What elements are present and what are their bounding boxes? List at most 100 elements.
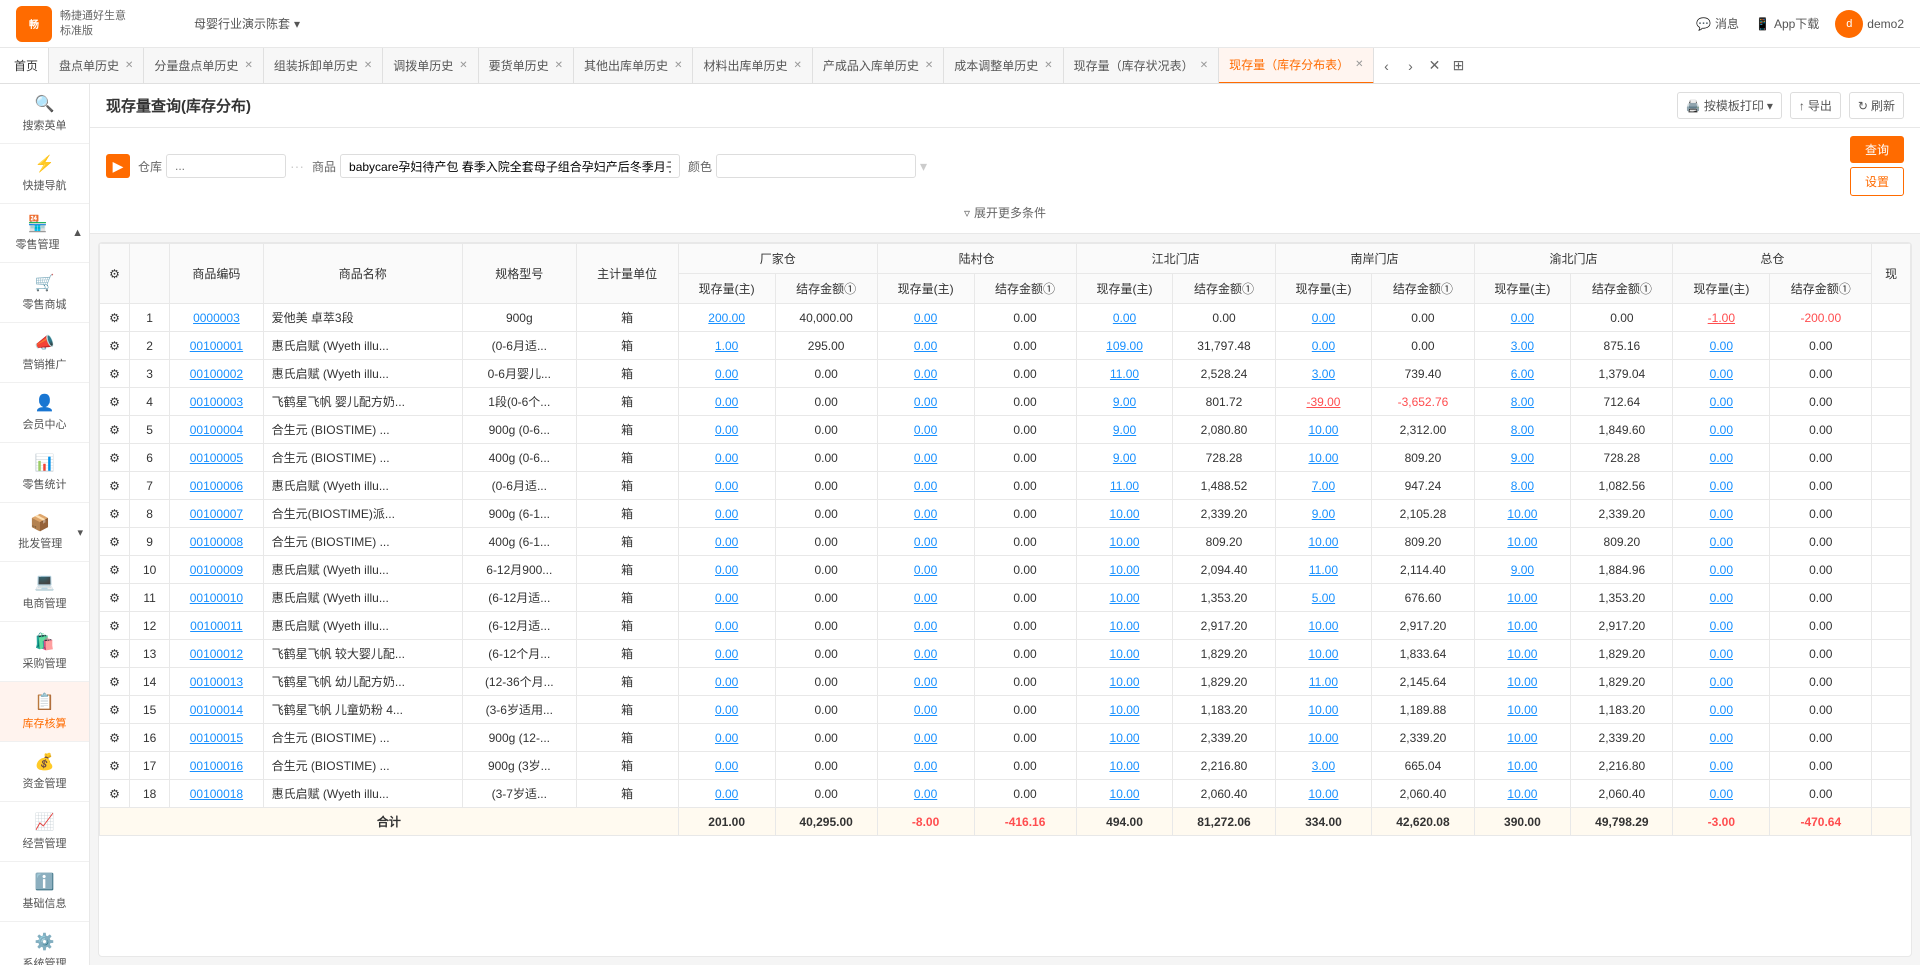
- cell-fj-qty[interactable]: 0.00: [678, 416, 775, 444]
- cell-lc-qty[interactable]: 0.00: [877, 472, 974, 500]
- cell-zc-qty[interactable]: 0.00: [1673, 500, 1770, 528]
- cell-lc-qty[interactable]: 0.00: [877, 360, 974, 388]
- tab-home[interactable]: 首页: [4, 48, 49, 84]
- tab-zuzhechaixie[interactable]: 组装拆卸单历史 ✕: [264, 48, 383, 84]
- tab-pandian[interactable]: 盘点单历史 ✕: [49, 48, 144, 84]
- cell-gear[interactable]: ⚙: [100, 388, 130, 416]
- sidebar-item-wholesale[interactable]: 📦 批发管理 ▾: [0, 503, 89, 562]
- cell-gear[interactable]: ⚙: [100, 640, 130, 668]
- cell-zc-qty[interactable]: 0.00: [1673, 416, 1770, 444]
- warehouse-input[interactable]: [166, 154, 286, 178]
- tab-expand-btn[interactable]: ⊞: [1446, 48, 1470, 84]
- cell-na-qty[interactable]: 10.00: [1275, 444, 1372, 472]
- cell-jb-qty[interactable]: 11.00: [1076, 472, 1173, 500]
- cell-yb-qty[interactable]: 8.00: [1474, 472, 1571, 500]
- cell-jb-qty[interactable]: 10.00: [1076, 724, 1173, 752]
- cell-gear[interactable]: ⚙: [100, 444, 130, 472]
- cell-yb-qty[interactable]: 9.00: [1474, 444, 1571, 472]
- cell-zc-qty[interactable]: 0.00: [1673, 360, 1770, 388]
- cell-gear[interactable]: ⚙: [100, 696, 130, 724]
- cell-gear[interactable]: ⚙: [100, 304, 130, 332]
- cell-lc-qty[interactable]: 0.00: [877, 500, 974, 528]
- cell-fj-qty[interactable]: 0.00: [678, 668, 775, 696]
- warehouse-clear-icon[interactable]: ···: [290, 158, 304, 174]
- tab-yaohuo[interactable]: 要货单历史 ✕: [479, 48, 574, 84]
- cell-fj-qty[interactable]: 0.00: [678, 500, 775, 528]
- cell-fj-qty[interactable]: 0.00: [678, 444, 775, 472]
- org-selector[interactable]: 母婴行业演示陈套 ▾: [194, 15, 300, 32]
- print-btn[interactable]: 🖨️ 按模板打印 ▾: [1677, 92, 1782, 119]
- cell-yb-qty[interactable]: 10.00: [1474, 640, 1571, 668]
- cell-jb-qty[interactable]: 10.00: [1076, 584, 1173, 612]
- cell-jb-qty[interactable]: 10.00: [1076, 640, 1173, 668]
- tab-fenpandian[interactable]: 分量盘点单历史 ✕: [144, 48, 263, 84]
- cell-na-qty[interactable]: 3.00: [1275, 752, 1372, 780]
- cell-fj-qty[interactable]: 1.00: [678, 332, 775, 360]
- cell-gear[interactable]: ⚙: [100, 360, 130, 388]
- cell-zc-qty[interactable]: 0.00: [1673, 668, 1770, 696]
- setting-button[interactable]: 设置: [1850, 167, 1904, 196]
- cell-fj-qty[interactable]: 0.00: [678, 584, 775, 612]
- sidebar-item-member[interactable]: 👤 会员中心: [0, 383, 89, 443]
- cell-zc-qty[interactable]: -1.00: [1673, 304, 1770, 332]
- cell-gear[interactable]: ⚙: [100, 584, 130, 612]
- user-menu[interactable]: d demo2: [1835, 10, 1904, 38]
- cell-gear[interactable]: ⚙: [100, 416, 130, 444]
- tab-diaobodanhistry[interactable]: 调拨单历史 ✕: [383, 48, 478, 84]
- cell-na-qty[interactable]: 10.00: [1275, 528, 1372, 556]
- tab-chanpin[interactable]: 产成品入库单历史 ✕: [813, 48, 944, 84]
- cell-yb-qty[interactable]: 6.00: [1474, 360, 1571, 388]
- sidebar-item-inventory[interactable]: 📋 库存核算: [0, 682, 89, 742]
- cell-lc-qty[interactable]: 0.00: [877, 724, 974, 752]
- cell-lc-qty[interactable]: 0.00: [877, 388, 974, 416]
- tab-prev-btn[interactable]: ‹: [1374, 48, 1398, 84]
- tab-chengben[interactable]: 成本调整单历史 ✕: [944, 48, 1063, 84]
- cell-jb-qty[interactable]: 9.00: [1076, 444, 1173, 472]
- cell-lc-qty[interactable]: 0.00: [877, 444, 974, 472]
- cell-lc-qty[interactable]: 0.00: [877, 556, 974, 584]
- tab-qita[interactable]: 其他出库单历史 ✕: [574, 48, 693, 84]
- cell-na-qty[interactable]: 9.00: [1275, 500, 1372, 528]
- cell-jb-qty[interactable]: 9.00: [1076, 416, 1173, 444]
- sidebar-item-system[interactable]: ⚙️ 系统管理: [0, 922, 89, 965]
- sidebar-item-retail-stats[interactable]: 📊 零售统计: [0, 443, 89, 503]
- cell-na-qty[interactable]: 3.00: [1275, 360, 1372, 388]
- cell-fj-qty[interactable]: 0.00: [678, 388, 775, 416]
- cell-yb-qty[interactable]: 10.00: [1474, 612, 1571, 640]
- sidebar-item-basic[interactable]: ℹ️ 基础信息: [0, 862, 89, 922]
- cell-lc-qty[interactable]: 0.00: [877, 640, 974, 668]
- th-gear[interactable]: ⚙: [100, 244, 130, 304]
- cell-fj-qty[interactable]: 0.00: [678, 612, 775, 640]
- goods-input[interactable]: [340, 154, 680, 178]
- cell-na-qty[interactable]: -39.00: [1275, 388, 1372, 416]
- cell-gear[interactable]: ⚙: [100, 472, 130, 500]
- app-download-btn[interactable]: 📱 App下载: [1755, 15, 1819, 32]
- cell-yb-qty[interactable]: 9.00: [1474, 556, 1571, 584]
- cell-na-qty[interactable]: 0.00: [1275, 332, 1372, 360]
- cell-jb-qty[interactable]: 10.00: [1076, 612, 1173, 640]
- color-input[interactable]: [716, 154, 916, 178]
- cell-gear[interactable]: ⚙: [100, 500, 130, 528]
- cell-lc-qty[interactable]: 0.00: [877, 332, 974, 360]
- cell-lc-qty[interactable]: 0.00: [877, 752, 974, 780]
- cell-yb-qty[interactable]: 8.00: [1474, 388, 1571, 416]
- filter-expand-btn[interactable]: ▶: [106, 154, 130, 178]
- query-button[interactable]: 查询: [1850, 136, 1904, 163]
- cell-lc-qty[interactable]: 0.00: [877, 612, 974, 640]
- cell-zc-qty[interactable]: 0.00: [1673, 528, 1770, 556]
- cell-gear[interactable]: ⚙: [100, 780, 130, 808]
- message-btn[interactable]: 💬 消息: [1696, 15, 1739, 32]
- tab-kucun-dist[interactable]: 现存量（库存分布表） ✕: [1219, 48, 1374, 84]
- cell-fj-qty[interactable]: 0.00: [678, 780, 775, 808]
- cell-zc-qty[interactable]: 0.00: [1673, 752, 1770, 780]
- cell-zc-qty[interactable]: 0.00: [1673, 780, 1770, 808]
- cell-fj-qty[interactable]: 200.00: [678, 304, 775, 332]
- sidebar-item-operations[interactable]: 📈 经营管理: [0, 802, 89, 862]
- sidebar-item-ecommerce[interactable]: 💻 电商管理: [0, 562, 89, 622]
- tab-next-btn[interactable]: ›: [1398, 48, 1422, 84]
- sidebar-item-marketing[interactable]: 📣 营销推广: [0, 323, 89, 383]
- sidebar-item-search[interactable]: 🔍 搜索英单: [0, 84, 89, 144]
- cell-zc-qty[interactable]: 0.00: [1673, 724, 1770, 752]
- cell-yb-qty[interactable]: 10.00: [1474, 528, 1571, 556]
- sidebar-item-retail-shop[interactable]: 🛒 零售商城: [0, 263, 89, 323]
